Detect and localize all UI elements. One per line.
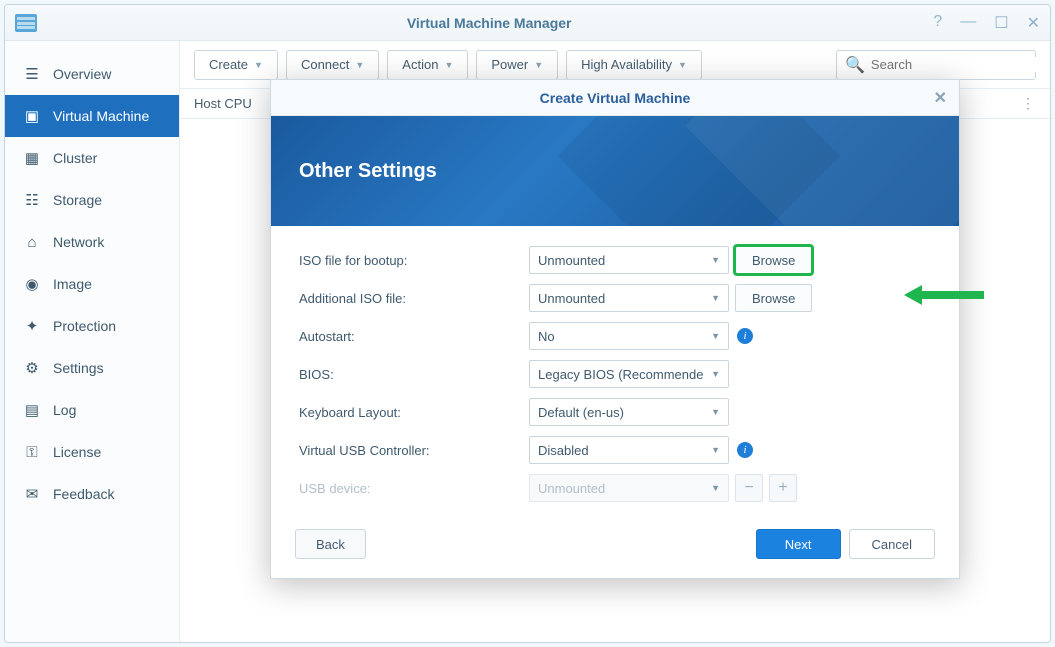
chevron-down-icon: ▼ [534,60,543,70]
label-bios: BIOS: [299,367,529,382]
sidebar-item-settings[interactable]: ⚙Settings [5,347,179,389]
modal-header: Create Virtual Machine ✕ [271,80,959,116]
titlebar: Virtual Machine Manager ? — ☐ ✕ [5,5,1050,41]
chevron-down-icon: ▼ [711,407,720,417]
chevron-down-icon: ▼ [711,293,720,303]
close-icon[interactable]: ✕ [934,88,947,108]
chevron-down-icon: ▼ [711,445,720,455]
connect-button[interactable]: Connect▼ [286,50,379,80]
sidebar-item-overview[interactable]: ☰Overview [5,53,179,95]
chevron-down-icon: ▼ [711,331,720,341]
column-menu-icon[interactable]: ⋮ [1021,95,1036,112]
cluster-icon: ▦ [23,150,41,166]
sidebar-item-log[interactable]: ▤Log [5,389,179,431]
label-additional-iso: Additional ISO file: [299,291,529,306]
info-icon[interactable]: i [737,328,753,344]
modal-banner-title: Other Settings [299,160,437,183]
label-iso-bootup: ISO file for bootup: [299,253,529,268]
help-icon[interactable]: ? [933,13,942,33]
select-usb-controller[interactable]: Disabled▼ [529,436,729,464]
close-window-icon[interactable]: ✕ [1027,13,1040,33]
label-keyboard: Keyboard Layout: [299,405,529,420]
label-usb-controller: Virtual USB Controller: [299,443,529,458]
browse-additional-iso-button[interactable]: Browse [735,284,812,312]
license-icon: ⚿ [23,444,41,460]
log-icon: ▤ [23,402,41,418]
app-window: Virtual Machine Manager ? — ☐ ✕ ☰Overvie… [4,4,1051,643]
browse-iso-bootup-button[interactable]: Browse [735,246,812,274]
sidebar-item-storage[interactable]: ☷Storage [5,179,179,221]
search-input[interactable] [871,57,1047,72]
select-additional-iso[interactable]: Unmounted▼ [529,284,729,312]
modal-title: Create Virtual Machine [540,90,691,106]
modal-footer: Back Next Cancel [271,522,959,578]
image-icon: ◉ [23,276,41,292]
back-button[interactable]: Back [295,529,366,559]
chevron-down-icon: ▼ [444,60,453,70]
sidebar-item-protection[interactable]: ✦Protection [5,305,179,347]
add-usb-button[interactable]: + [769,474,797,502]
select-bios[interactable]: Legacy BIOS (Recommended)▼ [529,360,729,388]
feedback-icon: ✉ [23,486,41,502]
sidebar-item-license[interactable]: ⚿License [5,431,179,473]
search-box[interactable]: 🔍 [836,50,1036,80]
select-keyboard[interactable]: Default (en-us)▼ [529,398,729,426]
label-autostart: Autostart: [299,329,529,344]
vm-icon: ▣ [23,108,41,124]
power-button[interactable]: Power▼ [476,50,558,80]
sidebar-item-cluster[interactable]: ▦Cluster [5,137,179,179]
chevron-down-icon: ▼ [355,60,364,70]
select-usb-device: Unmounted▼ [529,474,729,502]
overview-icon: ☰ [23,66,41,82]
main-panel: Create▼ Connect▼ Action▼ Power▼ High Ava… [180,41,1050,642]
search-icon: 🔍 [845,55,865,75]
create-vm-modal: Create Virtual Machine ✕ Other Settings … [270,79,960,579]
chevron-down-icon: ▼ [254,60,263,70]
action-button[interactable]: Action▼ [387,50,468,80]
app-icon [15,14,37,32]
window-title: Virtual Machine Manager [45,15,933,31]
modal-banner: Other Settings [271,116,959,226]
network-icon: ⌂ [23,234,41,250]
chevron-down-icon: ▼ [711,369,720,379]
select-iso-bootup[interactable]: Unmounted▼ [529,246,729,274]
minimize-icon[interactable]: — [960,13,976,33]
next-button[interactable]: Next [756,529,841,559]
info-icon[interactable]: i [737,442,753,458]
chevron-down-icon: ▼ [711,483,720,493]
modal-body: ISO file for bootup: Unmounted▼ Browse A… [271,226,959,522]
sidebar-item-virtual-machine[interactable]: ▣Virtual Machine [5,95,179,137]
label-usb-device: USB device: [299,481,529,496]
sidebar-item-network[interactable]: ⌂Network [5,221,179,263]
settings-icon: ⚙ [23,360,41,376]
modal-overlay: Create Virtual Machine ✕ Other Settings … [180,41,1050,642]
protection-icon: ✦ [23,318,41,334]
chevron-down-icon: ▼ [678,60,687,70]
sidebar-item-image[interactable]: ◉Image [5,263,179,305]
select-autostart[interactable]: No▼ [529,322,729,350]
cancel-button[interactable]: Cancel [849,529,935,559]
chevron-down-icon: ▼ [711,255,720,265]
maximize-icon[interactable]: ☐ [994,13,1008,33]
high-availability-button[interactable]: High Availability▼ [566,50,702,80]
sidebar-item-feedback[interactable]: ✉Feedback [5,473,179,515]
remove-usb-button[interactable]: − [735,474,763,502]
storage-icon: ☷ [23,192,41,208]
create-button[interactable]: Create▼ [194,50,278,80]
sidebar: ☰Overview ▣Virtual Machine ▦Cluster ☷Sto… [5,41,180,642]
